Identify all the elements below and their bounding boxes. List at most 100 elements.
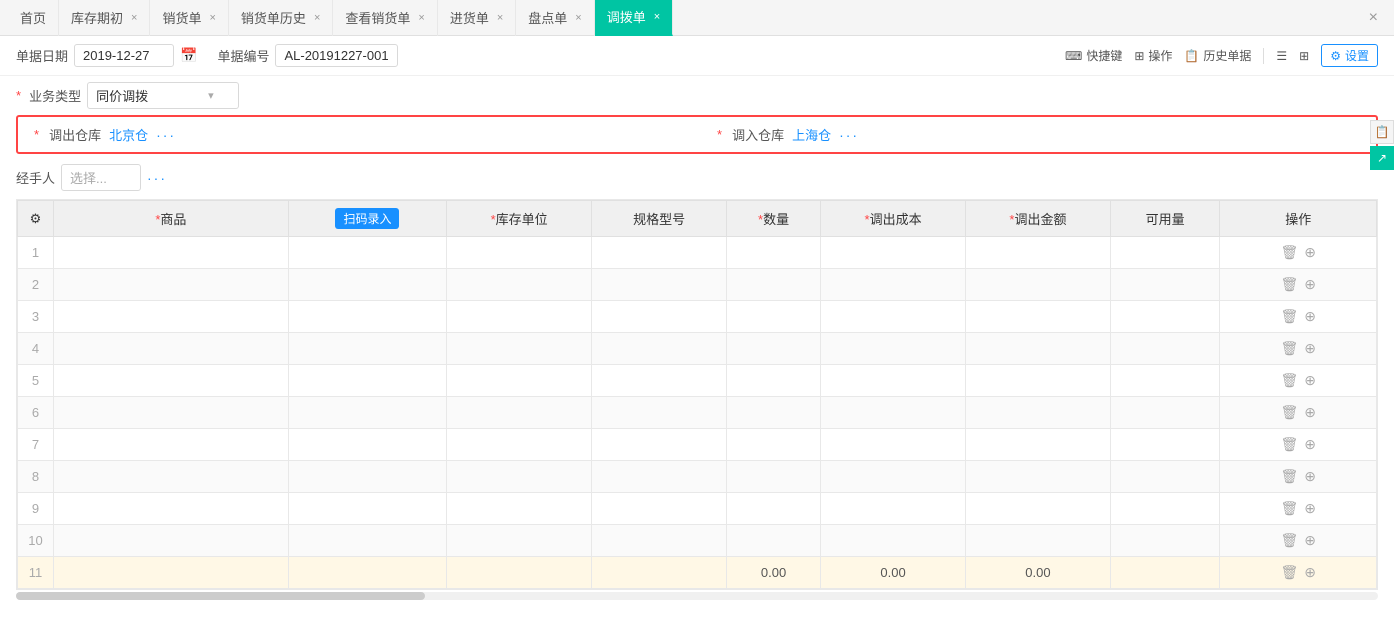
handler-more[interactable]: ··· — [147, 170, 167, 186]
tab-sales-order-close[interactable]: × — [209, 12, 215, 24]
calendar-icon[interactable]: 📅 — [180, 47, 197, 64]
business-type-dropdown[interactable]: 同价调拨 ▾ — [87, 82, 239, 109]
tab-sales-order[interactable]: 销货单 × — [150, 0, 228, 36]
cost-cell-5[interactable] — [821, 365, 966, 397]
product-cell-1[interactable] — [54, 237, 289, 269]
cost-cell-10[interactable] — [821, 525, 966, 557]
grid-view-btn2[interactable]: ⊞ — [1299, 49, 1309, 63]
spec-cell-2[interactable] — [592, 269, 727, 301]
tab-transfer-order[interactable]: 调拨单 × — [595, 0, 673, 36]
delete-icon-2[interactable]: 🗑 — [1280, 276, 1298, 293]
delete-icon-9[interactable]: 🗑 — [1280, 500, 1298, 517]
delete-icon-8[interactable]: 🗑 — [1280, 468, 1298, 485]
warehouse-out-value[interactable]: 北京仓 — [109, 125, 148, 144]
date-value[interactable]: 2019-12-27 — [74, 44, 174, 67]
handler-input[interactable]: 选择... — [61, 164, 141, 191]
amount-cell-6[interactable] — [965, 397, 1110, 429]
copy-icon-4[interactable]: ⊕ — [1304, 340, 1316, 357]
amount-cell-8[interactable] — [965, 461, 1110, 493]
product-cell-8[interactable] — [54, 461, 289, 493]
spec-cell-5[interactable] — [592, 365, 727, 397]
spec-cell-4[interactable] — [592, 333, 727, 365]
tab-inventory-init-close[interactable]: × — [131, 12, 137, 24]
qty-cell-8[interactable] — [727, 461, 821, 493]
copy-icon-3[interactable]: ⊕ — [1304, 308, 1316, 325]
cost-cell-1[interactable] — [821, 237, 966, 269]
delete-icon-4[interactable]: 🗑 — [1280, 340, 1298, 357]
cost-cell-2[interactable] — [821, 269, 966, 301]
qty-cell-2[interactable] — [727, 269, 821, 301]
copy-icon-6[interactable]: ⊕ — [1304, 404, 1316, 421]
unit-cell-9[interactable] — [447, 493, 592, 525]
delete-icon-10[interactable]: 🗑 — [1280, 532, 1298, 549]
delete-icon-7[interactable]: 🗑 — [1280, 436, 1298, 453]
qty-cell-10[interactable] — [727, 525, 821, 557]
unit-cell-6[interactable] — [447, 397, 592, 429]
close-all-tabs[interactable]: × — [1361, 9, 1386, 27]
cost-cell-4[interactable] — [821, 333, 966, 365]
scan-button[interactable]: 扫码录入 — [335, 208, 399, 229]
amount-cell-4[interactable] — [965, 333, 1110, 365]
spec-cell-6[interactable] — [592, 397, 727, 429]
cost-cell-7[interactable] — [821, 429, 966, 461]
tab-sales-history[interactable]: 销货单历史 × — [229, 0, 333, 36]
side-list-icon[interactable]: 📋 — [1370, 120, 1394, 144]
gear-column-header[interactable]: ⚙ — [18, 201, 54, 237]
history-btn[interactable]: 📋 历史单据 — [1184, 47, 1251, 64]
qty-cell-3[interactable] — [727, 301, 821, 333]
qty-cell-6[interactable] — [727, 397, 821, 429]
tab-inventory-check-close[interactable]: × — [575, 12, 581, 24]
delete-icon-1[interactable]: 🗑 — [1280, 244, 1298, 261]
delete-icon-6[interactable]: 🗑 — [1280, 404, 1298, 421]
delete-icon-11[interactable]: 🗑 — [1280, 564, 1298, 581]
tab-sales-history-close[interactable]: × — [314, 12, 320, 24]
warehouse-out-more[interactable]: ··· — [156, 127, 176, 143]
amount-cell-10[interactable] — [965, 525, 1110, 557]
cost-cell-3[interactable] — [821, 301, 966, 333]
amount-cell-2[interactable] — [965, 269, 1110, 301]
amount-cell-5[interactable] — [965, 365, 1110, 397]
settings-button[interactable]: ⚙ 设置 — [1321, 44, 1378, 67]
side-expand-icon[interactable]: ↗ — [1370, 146, 1394, 170]
tab-purchase-order-close[interactable]: × — [497, 12, 503, 24]
copy-icon-8[interactable]: ⊕ — [1304, 468, 1316, 485]
warehouse-in-value[interactable]: 上海仓 — [792, 125, 831, 144]
tab-transfer-order-close[interactable]: × — [654, 11, 660, 23]
tab-purchase-order[interactable]: 进货单 × — [438, 0, 516, 36]
delete-icon-5[interactable]: 🗑 — [1280, 372, 1298, 389]
product-cell-4[interactable] — [54, 333, 289, 365]
qty-cell-4[interactable] — [727, 333, 821, 365]
unit-cell-4[interactable] — [447, 333, 592, 365]
unit-cell-5[interactable] — [447, 365, 592, 397]
qty-cell-9[interactable] — [727, 493, 821, 525]
cost-cell-8[interactable] — [821, 461, 966, 493]
delete-icon-3[interactable]: 🗑 — [1280, 308, 1298, 325]
copy-icon-11[interactable]: ⊕ — [1304, 564, 1316, 581]
unit-cell-1[interactable] — [447, 237, 592, 269]
product-cell-10[interactable] — [54, 525, 289, 557]
tab-home[interactable]: 首页 — [8, 0, 59, 36]
spec-cell-3[interactable] — [592, 301, 727, 333]
amount-cell-1[interactable] — [965, 237, 1110, 269]
qty-cell-5[interactable] — [727, 365, 821, 397]
tab-inventory-init[interactable]: 库存期初 × — [59, 0, 150, 36]
product-cell-11[interactable] — [54, 557, 289, 589]
copy-icon-9[interactable]: ⊕ — [1304, 500, 1316, 517]
operation-btn[interactable]: ⊞ 操作 — [1134, 47, 1172, 64]
shortcut-btn[interactable]: ⌨ 快捷键 — [1065, 47, 1122, 64]
warehouse-in-more[interactable]: ··· — [839, 127, 859, 143]
cost-cell-6[interactable] — [821, 397, 966, 429]
cost-cell-9[interactable] — [821, 493, 966, 525]
unit-cell-10[interactable] — [447, 525, 592, 557]
qty-cell-7[interactable] — [727, 429, 821, 461]
spec-cell-7[interactable] — [592, 429, 727, 461]
unit-cell-2[interactable] — [447, 269, 592, 301]
product-cell-9[interactable] — [54, 493, 289, 525]
product-cell-5[interactable] — [54, 365, 289, 397]
product-cell-7[interactable] — [54, 429, 289, 461]
unit-cell-8[interactable] — [447, 461, 592, 493]
copy-icon-1[interactable]: ⊕ — [1304, 244, 1316, 261]
tab-view-sales-close[interactable]: × — [418, 12, 424, 24]
scrollbar-thumb[interactable] — [16, 592, 425, 600]
amount-cell-3[interactable] — [965, 301, 1110, 333]
